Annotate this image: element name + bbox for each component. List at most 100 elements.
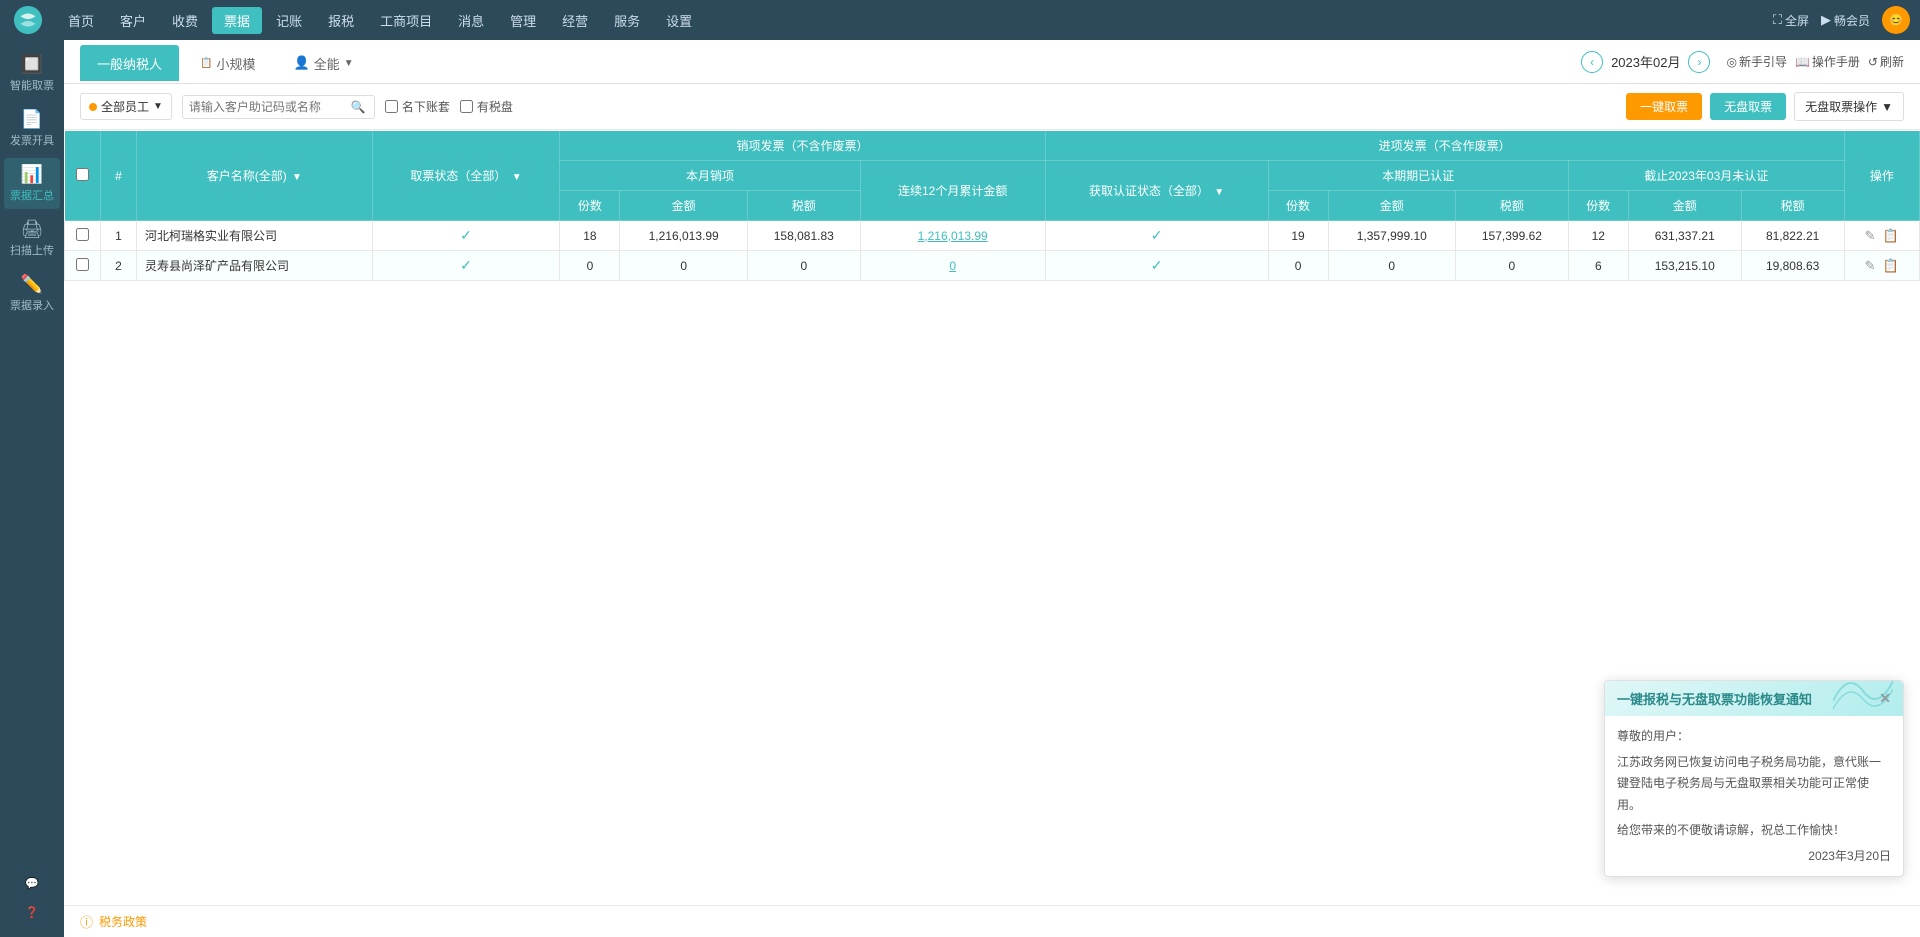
- refresh-btn[interactable]: ↺ 刷新: [1868, 53, 1904, 70]
- sidebar-item-invoice-entry[interactable]: ✏️ 票据录入: [4, 268, 60, 319]
- sidebar-item-smart-get[interactable]: 🔲 智能取票: [4, 48, 60, 99]
- row1-actions: ✎ 📋: [1844, 221, 1919, 251]
- notification-greeting: 尊敬的用户：: [1617, 726, 1891, 748]
- sidebar-feedback[interactable]: 💬: [4, 871, 60, 896]
- more-chevron-icon: ▼: [1881, 100, 1893, 114]
- main-table: # 客户名称(全部) ▼ 取票状态（全部） ▼ 销项发票（不含作废票）: [64, 130, 1920, 281]
- employee-chevron-icon: ▼: [153, 101, 163, 112]
- th-sales-amount: 金额: [620, 191, 747, 221]
- chevron-down-icon: ▼: [344, 58, 354, 69]
- th-checkbox: [65, 131, 101, 221]
- nav-manage[interactable]: 管理: [498, 7, 548, 34]
- nav-business2[interactable]: 经营: [550, 7, 600, 34]
- th-purch-amount: 金额: [1328, 191, 1455, 221]
- search-input[interactable]: [189, 100, 349, 114]
- tax-policy-icon: ⓘ: [80, 912, 93, 931]
- feedback-icon: 💬: [25, 877, 39, 890]
- row2-sales-tax: 0: [747, 251, 860, 281]
- smart-get-icon: 🔲: [21, 54, 43, 75]
- row1-edit-btn[interactable]: ✎: [1865, 228, 1876, 243]
- search-wrap: 🔍: [182, 95, 375, 119]
- scan-upload-icon: 🖨: [21, 219, 44, 240]
- next-month-btn[interactable]: ›: [1688, 51, 1710, 73]
- row2-purch-tax: 0: [1456, 251, 1569, 281]
- th-status: 取票状态（全部） ▼: [372, 131, 560, 221]
- row2-detail-btn[interactable]: 📋: [1883, 258, 1899, 273]
- nav-items: 首页 客户 收费 票据 记账 报税 工商项目 消息 管理 经营 服务 设置: [56, 7, 1773, 34]
- nav-message[interactable]: 消息: [446, 7, 496, 34]
- taxdisk-checkbox[interactable]: [460, 100, 473, 113]
- row2-purch-copies: 0: [1268, 251, 1328, 281]
- row1-checkbox[interactable]: [65, 221, 101, 251]
- row2-unconf-amount: 153,215.10: [1628, 251, 1741, 281]
- nav-home[interactable]: 首页: [56, 7, 106, 34]
- th-sales-group: 销项发票（不含作废票）: [560, 131, 1045, 161]
- sidebar-item-invoice-summary[interactable]: 📊 票据汇总: [4, 158, 60, 209]
- row2-purch-amount: 0: [1328, 251, 1455, 281]
- th-period-confirmed: 本期期已认证: [1268, 161, 1568, 191]
- nav-business[interactable]: 工商项目: [368, 7, 444, 34]
- account-checkbox-label[interactable]: 名下账套: [385, 98, 450, 115]
- th-no: #: [101, 131, 137, 221]
- one-click-get-btn[interactable]: 一键取票: [1626, 93, 1702, 120]
- filter-icon[interactable]: ▼: [292, 172, 302, 183]
- confirm-filter-icon[interactable]: ▼: [1214, 187, 1224, 198]
- sidebar-bottom: 💬 ❓: [4, 871, 60, 937]
- nav-settings[interactable]: 设置: [654, 7, 704, 34]
- account-checkbox[interactable]: [385, 100, 398, 113]
- row2-sales-amount: 0: [620, 251, 747, 281]
- row2-unconf-copies: 6: [1568, 251, 1628, 281]
- notification-content: 江苏政务网已恢复访问电子税务局功能，意代账一键登陆电子税务局与无盘取票相关功能可…: [1617, 752, 1891, 817]
- search-button[interactable]: 🔍: [349, 98, 368, 116]
- th-customer: 客户名称(全部) ▼: [137, 131, 373, 221]
- sidebar-item-invoice-create[interactable]: 📄 发票开具: [4, 103, 60, 154]
- notification-popup: 一键报税与无盘取票功能恢复通知 ✕ 尊敬的用户： 江苏政务网已恢复访问电子税务局…: [1604, 680, 1904, 877]
- nav-invoice[interactable]: 票据: [212, 7, 262, 34]
- th-unconf-tax: 税额: [1741, 191, 1844, 221]
- nav-service[interactable]: 服务: [602, 7, 652, 34]
- play-icon: ▶: [1821, 12, 1831, 28]
- invoice-summary-icon: 📊: [21, 164, 43, 185]
- th-purch-copies: 份数: [1268, 191, 1328, 221]
- tab-general-taxpayer[interactable]: 一般纳税人: [80, 45, 179, 81]
- row1-detail-btn[interactable]: 📋: [1883, 228, 1899, 243]
- nav-bookkeeping[interactable]: 记账: [264, 7, 314, 34]
- top-nav-right: ⛶ 全屏 ▶ 畅会员 😊: [1773, 6, 1910, 34]
- notification-date: 2023年3月20日: [1617, 846, 1891, 868]
- no-disk-more-btn[interactable]: 无盘取票操作 ▼: [1794, 92, 1904, 121]
- th-unconf-copies: 份数: [1568, 191, 1628, 221]
- th-sales-copies: 份数: [560, 191, 620, 221]
- member-btn[interactable]: ▶ 畅会员: [1821, 12, 1870, 29]
- tab-small-scale[interactable]: 📋 小规模: [183, 45, 272, 81]
- nav-fee[interactable]: 收费: [160, 7, 210, 34]
- sidebar-help[interactable]: ❓: [4, 900, 60, 925]
- manual-btn[interactable]: 📖 操作手册: [1795, 53, 1860, 70]
- user-avatar[interactable]: 😊: [1882, 6, 1910, 34]
- fullscreen-btn[interactable]: ⛶ 全屏: [1773, 12, 1809, 29]
- tab-all[interactable]: 👤 全能 ▼: [276, 45, 370, 81]
- row1-customer: 河北柯瑞格实业有限公司: [137, 221, 373, 251]
- th-sales-tax: 税额: [747, 191, 860, 221]
- table-body: 1 河北柯瑞格实业有限公司 ✓ 18 1,216,013.99 158,081.…: [65, 221, 1920, 281]
- th-confirm-status: 获取认证状态（全部） ▼: [1045, 161, 1268, 221]
- row1-sales-copies: 18: [560, 221, 620, 251]
- sidebar-item-scan-upload[interactable]: 🖨 扫描上传: [4, 213, 60, 264]
- refresh-icon: ↺: [1868, 55, 1878, 69]
- new-guide-btn[interactable]: ◎ 新手引导: [1726, 53, 1787, 70]
- prev-month-btn[interactable]: ‹: [1581, 51, 1603, 73]
- notification-apology: 给您带来的不便敬请谅解，祝总工作愉快！: [1617, 820, 1891, 842]
- notification-deco: [1833, 671, 1893, 711]
- month-nav: ‹ 2023年02月 ›: [1581, 51, 1710, 73]
- nav-tax[interactable]: 报税: [316, 7, 366, 34]
- status-filter-icon[interactable]: ▼: [512, 172, 522, 183]
- employee-select[interactable]: 全部员工 ▼: [80, 93, 172, 120]
- taxdisk-checkbox-label[interactable]: 有税盘: [460, 98, 513, 115]
- select-all-checkbox[interactable]: [76, 168, 89, 181]
- tax-policy-link[interactable]: 税务政策: [99, 913, 147, 930]
- notification-title: 一键报税与无盘取票功能恢复通知: [1617, 689, 1812, 708]
- no-disk-get-btn[interactable]: 无盘取票: [1710, 93, 1786, 120]
- manual-icon: 📖: [1795, 55, 1810, 69]
- nav-customer[interactable]: 客户: [108, 7, 158, 34]
- row2-checkbox[interactable]: [65, 251, 101, 281]
- row2-edit-btn[interactable]: ✎: [1865, 258, 1876, 273]
